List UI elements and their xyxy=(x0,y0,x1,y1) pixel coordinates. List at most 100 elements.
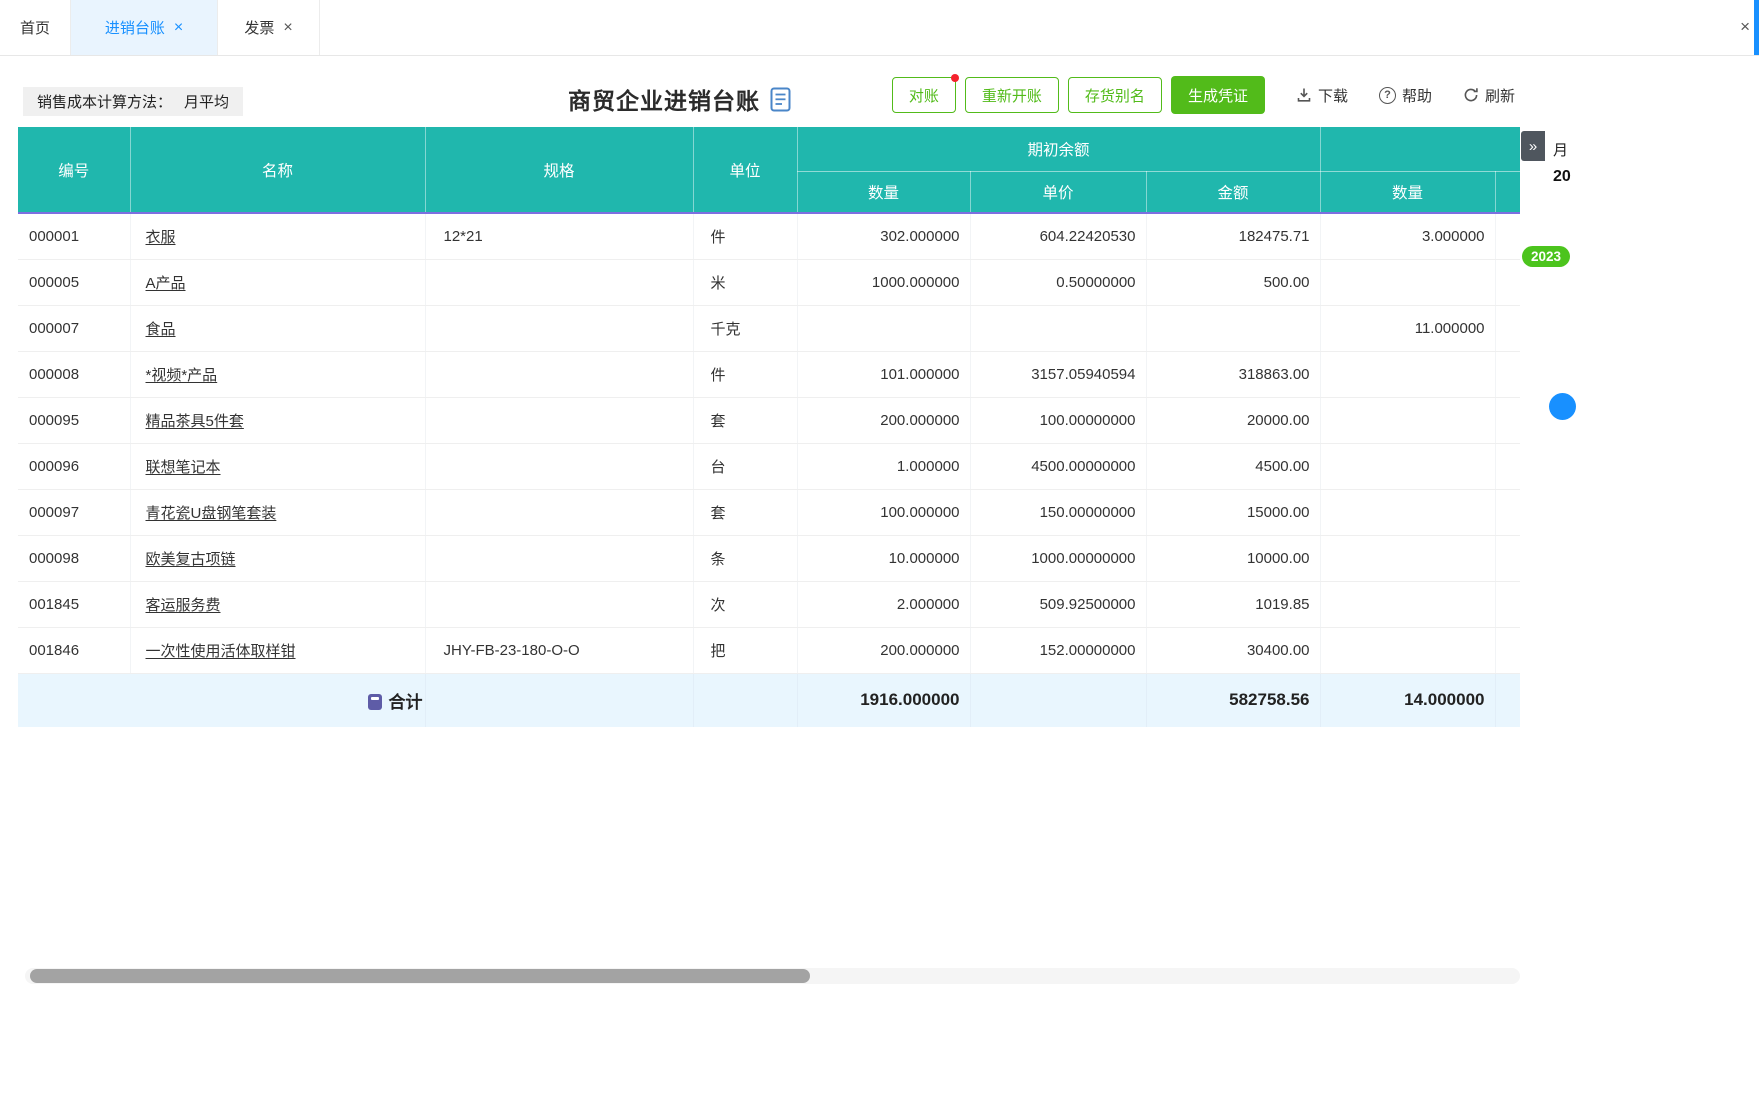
row-unit: 条 xyxy=(693,535,798,582)
row-period-qty xyxy=(1320,351,1496,398)
refresh-icon xyxy=(1463,87,1479,103)
row-opening-amount: 15000.00 xyxy=(1146,489,1321,536)
close-tab-icon[interactable]: × xyxy=(283,19,292,36)
row-spec xyxy=(425,489,694,536)
row-opening-price: 150.00000000 xyxy=(970,489,1147,536)
row-opening-price: 604.22420530 xyxy=(970,213,1147,260)
toolbar-buttons: 对账 重新开账 存货别名 生成凭证 下载 ? 帮助 刷新 xyxy=(891,74,1515,114)
inventory-alias-button[interactable]: 存货别名 xyxy=(1067,77,1162,113)
total-spec-empty xyxy=(425,673,694,727)
close-tab-icon[interactable]: × xyxy=(174,19,183,36)
row-name: 食品 xyxy=(130,305,426,352)
refresh-button[interactable]: 刷新 xyxy=(1463,85,1515,106)
clipped-month-text: 月 xyxy=(1553,142,1569,159)
row-clipped xyxy=(1495,443,1521,490)
item-name-link[interactable]: *视频*产品 xyxy=(146,367,218,384)
total-label-cell: 合计 xyxy=(18,673,426,727)
tab-home-label: 首页 xyxy=(19,20,50,37)
horizontal-scrollbar-thumb[interactable] xyxy=(30,969,810,983)
row-code: 000098 xyxy=(18,535,131,582)
row-spec xyxy=(425,535,694,582)
row-spec xyxy=(425,581,694,628)
row-opening-price: 152.00000000 xyxy=(970,627,1147,674)
header-period-qty[interactable]: 数量 xyxy=(1320,171,1496,214)
row-unit: 件 xyxy=(693,351,798,398)
download-label: 下载 xyxy=(1317,87,1348,105)
row-period-qty xyxy=(1320,259,1496,306)
row-opening-price: 3157.05940594 xyxy=(970,351,1147,398)
panel-edge-accent xyxy=(1754,0,1759,55)
row-name: 客运服务费 xyxy=(130,581,426,628)
table-row: 000005 A产品 米 1000.000000 0.50000000 500.00 xyxy=(18,259,1521,306)
row-unit: 把 xyxy=(693,627,798,674)
item-name-link[interactable]: 欧美复古项链 xyxy=(146,551,236,568)
table-row: 000095 精品茶具5件套 套 200.000000 100.00000000 2000… xyxy=(18,397,1521,444)
row-clipped xyxy=(1495,213,1521,260)
ledger-table: 编号 名称 规格 单位 期初余额 数量 单价 金额 数量 000001 衣服 12*… xyxy=(18,127,1521,727)
item-name-link[interactable]: 衣服 xyxy=(146,229,176,246)
row-opening-amount: 182475.71 xyxy=(1146,213,1321,260)
item-name-link[interactable]: A产品 xyxy=(146,275,186,292)
row-opening-price: 4500.00000000 xyxy=(970,443,1147,490)
header-opening-qty[interactable]: 数量 xyxy=(797,171,971,214)
expand-panel-button[interactable]: » xyxy=(1521,131,1545,161)
row-code: 000007 xyxy=(18,305,131,352)
row-unit: 次 xyxy=(693,581,798,628)
row-opening-qty: 10.000000 xyxy=(797,535,971,582)
header-opening-amount[interactable]: 金额 xyxy=(1146,171,1321,214)
header-code[interactable]: 编号 xyxy=(18,127,131,214)
help-label: 帮助 xyxy=(1401,87,1432,105)
reconcile-button[interactable]: 对账 xyxy=(891,74,959,113)
toolbar: 销售成本计算方法： 月平均 商贸企业进销台账 对账 重新开账 存货别名 生成凭证 xyxy=(0,57,1759,127)
row-opening-qty: 200.000000 xyxy=(797,397,971,444)
tab-invoice[interactable]: 发票 × xyxy=(218,0,320,55)
clipped-year-text: 20 xyxy=(1553,168,1571,185)
row-spec xyxy=(425,351,694,398)
generate-voucher-button[interactable]: 生成凭证 xyxy=(1170,76,1265,114)
row-code: 000095 xyxy=(18,397,131,444)
item-name-link[interactable]: 客运服务费 xyxy=(146,597,221,614)
table-row: 001846 一次性使用活体取样钳 JHY-FB-23-180-O-O 把 200.00… xyxy=(18,627,1521,674)
total-opening-price-empty xyxy=(970,673,1147,727)
tab-ledger-active[interactable]: 进销台账 × xyxy=(70,0,218,55)
row-period-qty: 11.000000 xyxy=(1320,305,1496,352)
year-badge[interactable]: 2023 xyxy=(1522,246,1571,267)
reopen-button[interactable]: 重新开账 xyxy=(964,77,1059,113)
row-name: 一次性使用活体取样钳 xyxy=(130,627,426,674)
row-unit: 台 xyxy=(693,443,798,490)
row-opening-amount: 10000.00 xyxy=(1146,535,1321,582)
tab-invoice-label: 发票 xyxy=(244,20,275,37)
row-opening-price xyxy=(970,305,1147,352)
row-name: 精品茶具5件套 xyxy=(130,397,426,444)
item-name-link[interactable]: 一次性使用活体取样钳 xyxy=(146,643,296,660)
table-body: 000001 衣服 12*21 件 302.000000 604.22420530 1824… xyxy=(18,213,1521,674)
tab-bar: 首页 进销台账 × 发票 × × xyxy=(0,0,1759,56)
tab-home[interactable]: 首页 xyxy=(0,0,70,55)
header-unit[interactable]: 单位 xyxy=(693,127,798,214)
item-name-link[interactable]: 青花瓷U盘钢笔套装 xyxy=(146,505,277,522)
help-button[interactable]: ? 帮助 xyxy=(1378,85,1432,106)
row-opening-qty: 1.000000 xyxy=(797,443,971,490)
item-name-link[interactable]: 联想笔记本 xyxy=(146,459,221,476)
header-spec[interactable]: 规格 xyxy=(425,127,694,214)
document-icon[interactable] xyxy=(770,87,791,112)
floating-blue-button[interactable] xyxy=(1549,393,1576,420)
close-all-icon[interactable]: × xyxy=(1740,17,1750,37)
header-opening-price[interactable]: 单价 xyxy=(970,171,1147,214)
header-name[interactable]: 名称 xyxy=(130,127,426,214)
row-code: 000005 xyxy=(18,259,131,306)
row-name: 欧美复古项链 xyxy=(130,535,426,582)
row-code: 000008 xyxy=(18,351,131,398)
cost-method-value[interactable]: 月平均 xyxy=(184,91,229,112)
row-opening-amount: 20000.00 xyxy=(1146,397,1321,444)
page-title: 商贸企业进销台账 xyxy=(568,88,760,114)
download-icon xyxy=(1296,87,1312,103)
item-name-link[interactable]: 精品茶具5件套 xyxy=(146,413,244,430)
row-opening-qty: 302.000000 xyxy=(797,213,971,260)
row-period-qty xyxy=(1320,627,1496,674)
row-opening-qty xyxy=(797,305,971,352)
row-opening-amount: 500.00 xyxy=(1146,259,1321,306)
total-unit-empty xyxy=(693,673,798,727)
download-button[interactable]: 下载 xyxy=(1296,85,1348,106)
item-name-link[interactable]: 食品 xyxy=(146,321,176,338)
